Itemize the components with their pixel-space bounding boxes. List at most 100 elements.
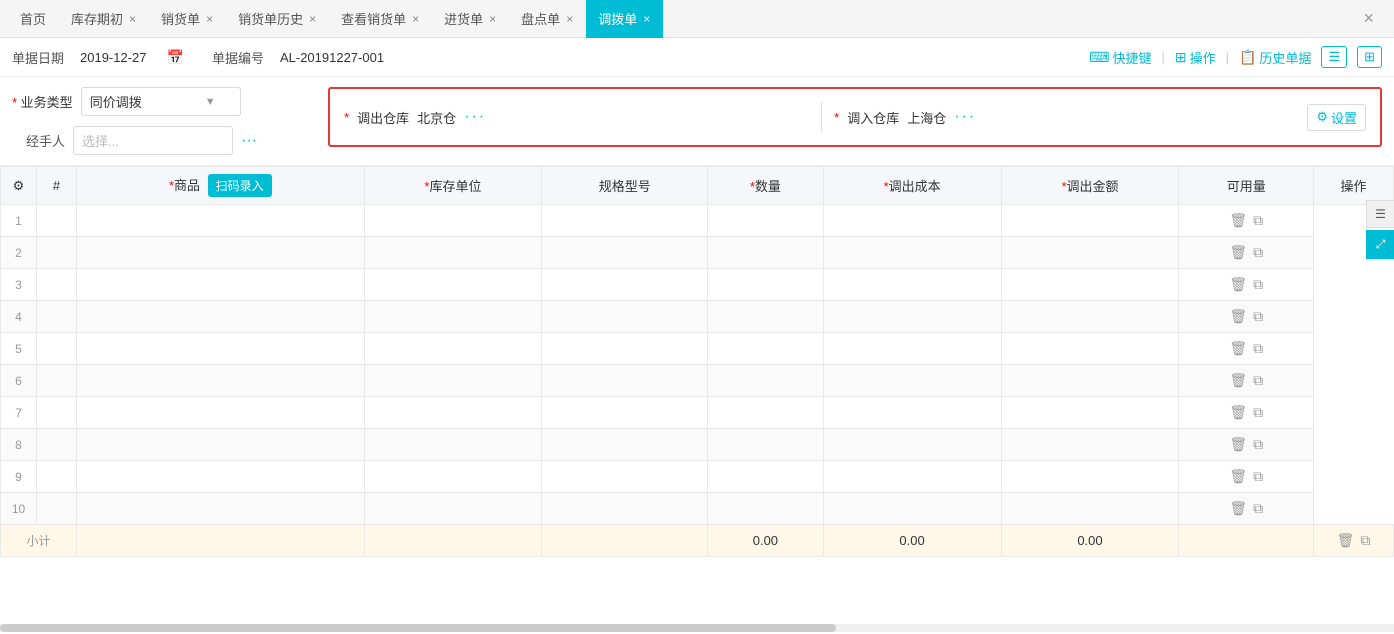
- row-unit-cell[interactable]: [77, 397, 365, 429]
- row-copy-icon[interactable]: ⧉: [1253, 308, 1263, 325]
- row-qty-cell[interactable]: [542, 237, 708, 269]
- col-gear[interactable]: ⚙: [1, 167, 37, 205]
- tab-view-sales-close[interactable]: ×: [412, 12, 419, 26]
- row-cost-cell[interactable]: [708, 269, 823, 301]
- row-unit-cell[interactable]: [77, 333, 365, 365]
- row-cost-cell[interactable]: [708, 397, 823, 429]
- row-unit-cell[interactable]: [77, 269, 365, 301]
- tab-initial-inventory-close[interactable]: ×: [129, 12, 136, 26]
- row-product-cell[interactable]: [37, 429, 77, 461]
- row-unit-cell[interactable]: [77, 205, 365, 237]
- setting-button[interactable]: ⚙ 设置: [1307, 104, 1366, 131]
- row-spec-cell[interactable]: [364, 237, 542, 269]
- row-unit-cell[interactable]: [77, 461, 365, 493]
- row-product-cell[interactable]: [37, 301, 77, 333]
- row-copy-icon[interactable]: ⧉: [1253, 468, 1263, 485]
- row-qty-cell[interactable]: [542, 397, 708, 429]
- row-product-cell[interactable]: [37, 333, 77, 365]
- row-delete-icon[interactable]: 🗑: [1229, 308, 1247, 325]
- row-spec-cell[interactable]: [364, 397, 542, 429]
- row-delete-icon[interactable]: 🗑: [1229, 212, 1247, 229]
- row-copy-icon[interactable]: ⧉: [1253, 372, 1263, 389]
- row-unit-cell[interactable]: [77, 493, 365, 525]
- operations-button[interactable]: ⊞ 操作: [1175, 48, 1216, 67]
- tab-view-sales[interactable]: 查看销货单 ×: [329, 0, 432, 38]
- row-copy-icon[interactable]: ⧉: [1253, 340, 1263, 357]
- row-amount-cell[interactable]: [823, 397, 1001, 429]
- window-close-button[interactable]: ×: [1351, 8, 1386, 29]
- business-type-select[interactable]: 同价调拨 ▼: [81, 87, 241, 116]
- row-qty-cell[interactable]: [542, 205, 708, 237]
- layout-toggle-1[interactable]: ☰: [1321, 46, 1347, 68]
- row-delete-icon[interactable]: 🗑: [1229, 244, 1247, 261]
- row-unit-cell[interactable]: [77, 237, 365, 269]
- tab-inventory[interactable]: 盘点单 ×: [509, 0, 586, 38]
- row-amount-cell[interactable]: [823, 429, 1001, 461]
- row-spec-cell[interactable]: [364, 269, 542, 301]
- row-cost-cell[interactable]: [708, 237, 823, 269]
- tab-initial-inventory[interactable]: 库存期初 ×: [59, 0, 149, 38]
- row-amount-cell[interactable]: [823, 461, 1001, 493]
- row-copy-icon[interactable]: ⧉: [1253, 404, 1263, 421]
- row-spec-cell[interactable]: [364, 333, 542, 365]
- row-cost-cell[interactable]: [708, 365, 823, 397]
- row-qty-cell[interactable]: [542, 429, 708, 461]
- row-copy-icon[interactable]: ⧉: [1253, 212, 1263, 229]
- row-delete-icon[interactable]: 🗑: [1229, 372, 1247, 389]
- row-product-cell[interactable]: [37, 237, 77, 269]
- row-copy-icon[interactable]: ⧉: [1360, 532, 1370, 549]
- row-qty-cell[interactable]: [542, 493, 708, 525]
- shortcuts-button[interactable]: ⌨ 快捷键: [1089, 48, 1151, 67]
- row-copy-icon[interactable]: ⧉: [1253, 500, 1263, 517]
- row-delete-icon[interactable]: 🗑: [1229, 404, 1247, 421]
- row-unit-cell[interactable]: [77, 301, 365, 333]
- row-amount-cell[interactable]: [823, 365, 1001, 397]
- tab-purchase-close[interactable]: ×: [489, 12, 496, 26]
- row-delete-icon[interactable]: 🗑: [1229, 468, 1247, 485]
- row-amount-cell[interactable]: [823, 237, 1001, 269]
- calendar-icon[interactable]: 📅: [167, 49, 184, 66]
- horizontal-scrollbar[interactable]: [0, 624, 1394, 632]
- row-copy-icon[interactable]: ⧉: [1253, 436, 1263, 453]
- scan-input-button[interactable]: 扫码录入: [208, 174, 272, 197]
- side-list-button[interactable]: ☰: [1366, 200, 1394, 228]
- row-qty-cell[interactable]: [542, 269, 708, 301]
- row-unit-cell[interactable]: [77, 365, 365, 397]
- row-cost-cell[interactable]: [708, 461, 823, 493]
- row-amount-cell[interactable]: [823, 333, 1001, 365]
- handler-more-icon[interactable]: ···: [241, 132, 257, 150]
- tab-sales-history[interactable]: 销货单历史 ×: [226, 0, 329, 38]
- row-qty-cell[interactable]: [542, 301, 708, 333]
- tab-sales-order-close[interactable]: ×: [206, 12, 213, 26]
- scrollbar-thumb[interactable]: [0, 624, 836, 632]
- in-warehouse-more[interactable]: ···: [954, 108, 976, 126]
- row-unit-cell[interactable]: [77, 429, 365, 461]
- row-delete-icon[interactable]: 🗑: [1229, 436, 1247, 453]
- side-export-button[interactable]: ⤢: [1366, 230, 1394, 259]
- tab-sales-order[interactable]: 销货单 ×: [149, 0, 226, 38]
- row-spec-cell[interactable]: [364, 493, 542, 525]
- row-delete-icon[interactable]: 🗑: [1229, 500, 1247, 517]
- row-cost-cell[interactable]: [708, 205, 823, 237]
- tab-transfer-close[interactable]: ×: [643, 12, 650, 26]
- row-product-cell[interactable]: [37, 205, 77, 237]
- row-product-cell[interactable]: [37, 269, 77, 301]
- row-product-cell[interactable]: [37, 461, 77, 493]
- row-copy-icon[interactable]: ⧉: [1253, 276, 1263, 293]
- handler-select[interactable]: 选择...: [73, 126, 233, 155]
- history-button[interactable]: 📋 历史单据: [1239, 48, 1311, 67]
- row-spec-cell[interactable]: [364, 365, 542, 397]
- row-product-cell[interactable]: [37, 493, 77, 525]
- row-spec-cell[interactable]: [364, 461, 542, 493]
- row-product-cell[interactable]: [37, 365, 77, 397]
- tab-transfer[interactable]: 调拨单 ×: [586, 0, 663, 38]
- row-cost-cell[interactable]: [708, 333, 823, 365]
- tab-inventory-close[interactable]: ×: [566, 12, 573, 26]
- row-copy-icon[interactable]: ⧉: [1253, 244, 1263, 261]
- row-qty-cell[interactable]: [542, 333, 708, 365]
- row-amount-cell[interactable]: [823, 269, 1001, 301]
- row-delete-icon[interactable]: 🗑: [1229, 340, 1247, 357]
- row-amount-cell[interactable]: [823, 493, 1001, 525]
- tab-sales-history-close[interactable]: ×: [309, 12, 316, 26]
- row-cost-cell[interactable]: [708, 493, 823, 525]
